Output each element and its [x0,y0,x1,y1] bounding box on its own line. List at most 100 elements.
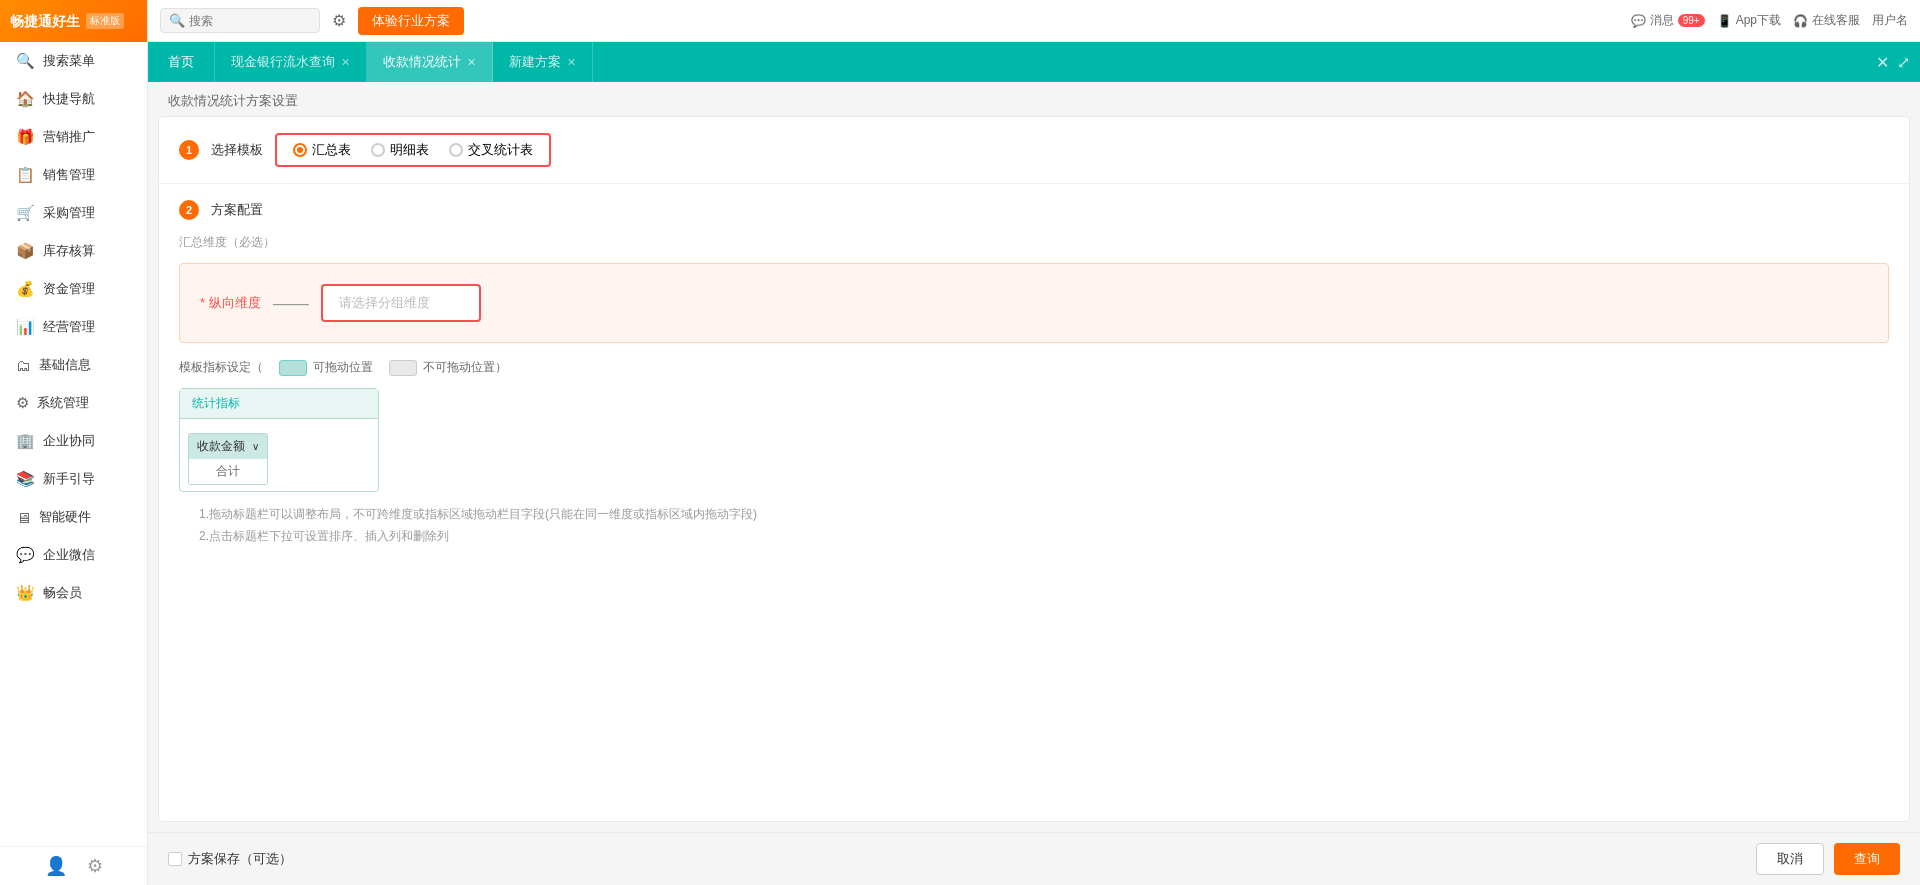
sidebar: 畅捷通好生 标准版 🔍 搜索菜单 🏠 快捷导航 🎁 营销推广 📋销售管理🛒采购管理📦库存核算… [0,0,148,885]
save-checkbox[interactable] [168,852,182,866]
quick-nav-icon: 🏠 [16,90,35,108]
sidebar-item-marketing[interactable]: 🎁 营销推广 [0,118,147,156]
finance-icon: 💰 [16,280,35,298]
close-bank-flow-icon[interactable]: ✕ [341,56,350,69]
tab-receipts-stat[interactable]: 收款情况统计 ✕ [367,42,493,82]
marketing-icon: 🎁 [16,128,35,146]
enterprise-label: 企业协同 [43,432,95,450]
tab-receipts-stat-label: 收款情况统计 [383,53,461,71]
operation-label: 经营管理 [43,318,95,336]
sidebar-item-operation[interactable]: 📊 经营管理 [0,308,147,346]
metrics-label-prefix: 模板指标设定（ [179,359,263,376]
user-info[interactable]: 用户名 [1872,12,1908,29]
tab-home[interactable]: 首页 [148,42,215,82]
sidebar-item-enterprise[interactable]: 🏢企业协同 [0,422,147,460]
metrics-section-title: 统计指标 [180,389,378,419]
sidebar-item-guide[interactable]: 📚 新手引导 [0,460,147,498]
metric-card-header: 收款金额 ∨ [189,434,267,459]
sidebar-item-hardware[interactable]: 🖥智能硬件 [0,498,147,536]
trial-btn[interactable]: 体验行业方案 [358,7,464,35]
step2-label: 方案配置 [211,201,263,219]
search-menu-icon: 🔍 [16,52,35,70]
sidebar-item-purchase[interactable]: 🛒采购管理 [0,194,147,232]
radio-summary-dot [293,143,307,157]
cancel-button[interactable]: 取消 [1756,843,1824,875]
sidebar-item-quick-nav[interactable]: 🏠 快捷导航 [0,80,147,118]
save-option: 方案保存（可选） [168,850,292,868]
step1-row: 1 选择模板 汇总表 明细表 交 [179,133,1889,167]
radio-summary[interactable]: 汇总表 [293,141,351,159]
message-btn[interactable]: 💬 消息 99+ [1631,12,1705,29]
tab-bank-flow[interactable]: 现金银行流水查询 ✕ [215,42,367,82]
close-receipts-stat-icon[interactable]: ✕ [467,56,476,69]
basic-info-label: 基础信息 [39,356,91,374]
metrics-legend: 模板指标设定（ 可拖动位置 不可拖动位置） [179,359,1889,376]
step2-section: 2 方案配置 汇总维度（必选） * 纵向维度 —— 请选择分组维度 [159,184,1909,575]
wechat-label: 企业微信 [43,546,95,564]
sidebar-item-wechat[interactable]: 💬 企业微信 [0,536,147,574]
radio-cross[interactable]: 交叉统计表 [449,141,533,159]
step2-header: 2 方案配置 [179,200,1889,220]
metrics-section: 模板指标设定（ 可拖动位置 不可拖动位置） 统计指标 [179,359,1889,492]
operation-icon: 📊 [16,318,35,336]
member-icon: 👑 [16,584,35,602]
tab-home-label: 首页 [168,53,194,71]
sidebar-item-sales[interactable]: 📋销售管理 [0,156,147,194]
topbar: 🔍 ⚙ 体验行业方案 💬 消息 99+ 📱 App下载 🎧 在线客服 用户名 [148,0,1920,42]
guide-icon: 📚 [16,470,35,488]
gear-icon[interactable]: ⚙ [332,11,346,30]
purchase-label: 采购管理 [43,204,95,222]
finance-label: 资金管理 [43,280,95,298]
sidebar-items: 🔍 搜索菜单 🏠 快捷导航 🎁 营销推广 📋销售管理🛒采购管理📦库存核算 💰 资金管理 📊 经营管理… [0,42,147,846]
tips-section: 1.拖动标题栏可以调整布局，不可跨维度或指标区域拖动栏目字段(只能在同一维度或指… [179,492,1889,559]
member-label: 畅会员 [43,584,82,602]
search-bar[interactable]: 🔍 [160,8,320,33]
quick-nav-label: 快捷导航 [43,90,95,108]
close-all-icon[interactable]: ✕ [1876,53,1889,72]
tip-2: 2.点击标题栏下拉可设置排序、插入列和删除列 [199,526,1869,548]
sidebar-item-finance[interactable]: 💰 资金管理 [0,270,147,308]
tab-bank-flow-label: 现金银行流水查询 [231,53,335,71]
sidebar-item-search-menu[interactable]: 🔍 搜索菜单 [0,42,147,80]
metric-card-area: 收款金额 ∨ 合计 [180,427,378,491]
metric-card-amount[interactable]: 收款金额 ∨ 合计 [188,433,268,485]
system-label: 系统管理 [37,394,89,412]
tabbar-right: ✕ ⤢ [1876,53,1920,72]
system-icon: ⚙ [16,394,29,412]
sales-icon: 📋 [16,166,35,184]
metrics-table: 统计指标 收款金额 ∨ 合计 [179,388,379,492]
dimension-input[interactable]: 请选择分组维度 [321,284,481,322]
marketing-label: 营销推广 [43,128,95,146]
search-icon: 🔍 [169,13,185,28]
sidebar-item-basic-info[interactable]: 🗂基础信息 [0,346,147,384]
step2-badge: 2 [179,200,199,220]
sidebar-header: 畅捷通好生 标准版 [0,0,147,42]
maximize-icon[interactable]: ⤢ [1897,53,1910,72]
search-menu-label: 搜索菜单 [43,52,95,70]
download-btn[interactable]: 📱 App下载 [1717,12,1781,29]
main: 🔍 ⚙ 体验行业方案 💬 消息 99+ 📱 App下载 🎧 在线客服 用户名 首… [148,0,1920,885]
hardware-label: 智能硬件 [39,508,91,526]
query-button[interactable]: 查询 [1834,843,1900,875]
radio-detail[interactable]: 明细表 [371,141,429,159]
radio-detail-label: 明细表 [390,141,429,159]
service-icon: 🎧 [1793,14,1808,28]
guide-label: 新手引导 [43,470,95,488]
sidebar-logo: 畅捷通好生 [10,13,80,30]
settings-bottom-icon[interactable]: ⚙ [87,855,103,877]
search-input[interactable] [189,14,309,28]
tab-new-plan[interactable]: 新建方案 ✕ [493,42,593,82]
metric-card-dropdown-icon[interactable]: ∨ [252,441,259,452]
wechat-icon: 💬 [16,546,35,564]
step1-badge: 1 [179,140,199,160]
tab-new-plan-label: 新建方案 [509,53,561,71]
sidebar-item-member[interactable]: 👑 畅会员 [0,574,147,612]
sidebar-item-inventory[interactable]: 📦库存核算 [0,232,147,270]
inventory-icon: 📦 [16,242,35,260]
service-btn[interactable]: 🎧 在线客服 [1793,12,1860,29]
close-new-plan-icon[interactable]: ✕ [567,56,576,69]
sidebar-item-system[interactable]: ⚙ 系统管理 [0,384,147,422]
vertical-dimension-label: * 纵向维度 [200,294,261,312]
user-icon[interactable]: 👤 [45,855,67,877]
download-icon: 📱 [1717,14,1732,28]
